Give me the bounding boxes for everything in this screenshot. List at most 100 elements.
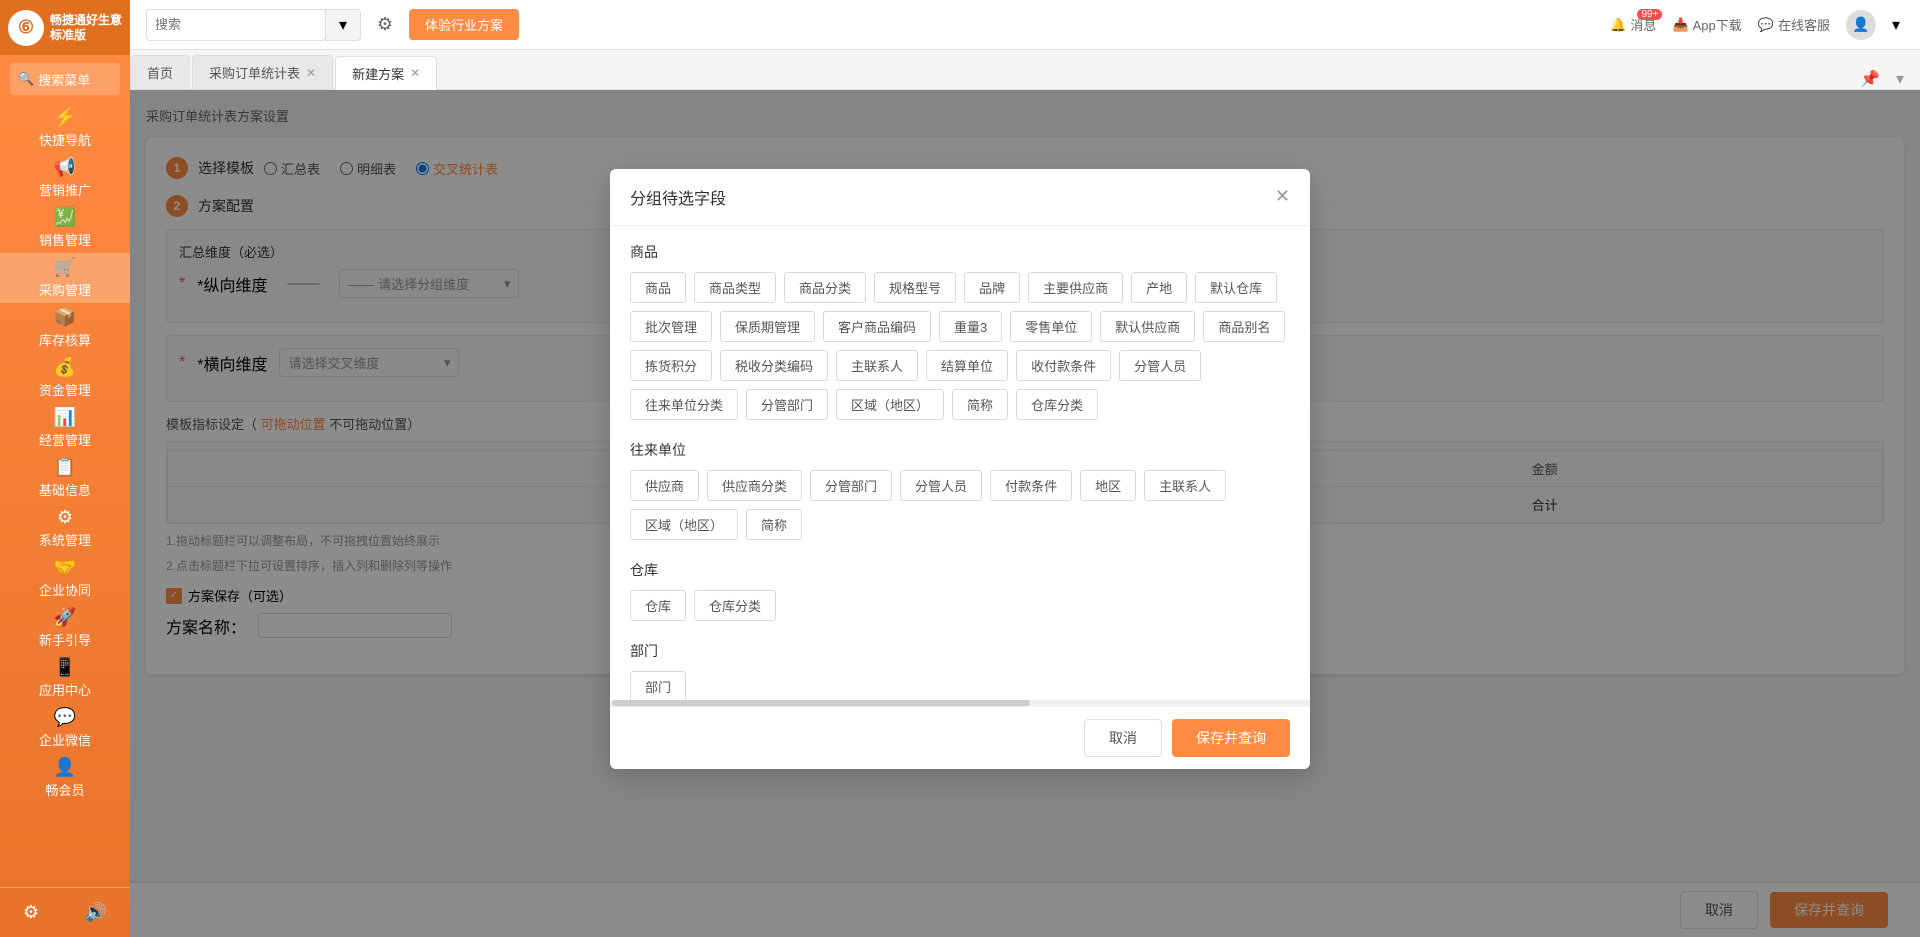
field-tag[interactable]: 收付款条件 [1016, 350, 1111, 381]
quick-nav-icon: ⚡ [54, 107, 76, 128]
field-tag[interactable]: 税收分类编码 [720, 350, 828, 381]
topbar-left: ▾ ⚙ 体验行业方案 [130, 9, 1610, 41]
modal-cancel-button[interactable]: 取消 [1084, 719, 1162, 757]
field-tag[interactable]: 商品别名 [1203, 311, 1285, 342]
trial-button[interactable]: 体验行业方案 [409, 9, 519, 40]
field-tag[interactable]: 区域（地区） [630, 509, 738, 540]
settings-button[interactable]: ⚙ [23, 902, 39, 923]
modal-body[interactable]: 商品 商品 商品类型 商品分类 规格型号 品牌 主要供应商 产地 默认仓库 批次… [610, 226, 1310, 700]
field-tag[interactable]: 简称 [952, 389, 1008, 420]
field-tag[interactable]: 商品类型 [694, 272, 776, 303]
tab-home[interactable]: 首页 [130, 55, 190, 89]
section-goods: 商品 商品 商品类型 商品分类 规格型号 品牌 主要供应商 产地 默认仓库 批次… [630, 242, 1290, 420]
field-tag[interactable]: 仓库 [630, 590, 686, 621]
field-tag[interactable]: 简称 [746, 509, 802, 540]
field-tag[interactable]: 分管人员 [900, 470, 982, 501]
section-partner: 往来单位 供应商 供应商分类 分管部门 分管人员 付款条件 地区 主联系人 区域… [630, 440, 1290, 540]
field-tag[interactable]: 主要供应商 [1028, 272, 1123, 303]
tab-new-plan-close[interactable]: ✕ [410, 66, 420, 80]
purchase-icon: 🛒 [54, 257, 76, 278]
sidebar-item-basics[interactable]: 📋 基础信息 [0, 453, 130, 503]
sidebar-search[interactable]: 🔍 搜索菜单 [10, 63, 120, 95]
field-tag[interactable]: 客户商品编码 [823, 311, 931, 342]
online-service-link[interactable]: 💬 在线客服 [1758, 15, 1830, 34]
department-fields: 部门 [630, 671, 1290, 700]
tabbar-pin-icon[interactable]: 📌 [1848, 69, 1892, 89]
sidebar-logo: ⑥ 畅捷通好生意 标准版 [0, 0, 130, 55]
tabbar-expand[interactable]: ▾ [1896, 69, 1920, 89]
topbar-dropdown[interactable]: ▾ [325, 9, 361, 41]
field-tag[interactable]: 拣货积分 [630, 350, 712, 381]
section-warehouse-title: 仓库 [630, 560, 1290, 580]
field-tag[interactable]: 付款条件 [990, 470, 1072, 501]
field-tag[interactable]: 重量3 [939, 311, 1002, 342]
logo-text: 畅捷通好生意 标准版 [50, 13, 122, 42]
notification-bell[interactable]: 🔔 消息 99+ [1610, 15, 1656, 34]
sidebar-item-quick-nav[interactable]: ⚡ 快捷导航 [0, 103, 130, 153]
field-tag[interactable]: 商品 [630, 272, 686, 303]
field-tag[interactable]: 商品分类 [784, 272, 866, 303]
section-partner-title: 往来单位 [630, 440, 1290, 460]
field-tag[interactable]: 区域（地区） [836, 389, 944, 420]
sidebar-item-app-center[interactable]: 📱 应用中心 [0, 653, 130, 703]
sidebar-item-guide[interactable]: 🚀 新手引导 [0, 603, 130, 653]
user-avatar[interactable]: 👤 [1846, 10, 1876, 40]
field-tag[interactable]: 结算单位 [926, 350, 1008, 381]
sidebar-item-member[interactable]: 👤 畅会员 [0, 753, 130, 803]
field-tag[interactable]: 分管部门 [810, 470, 892, 501]
field-tag[interactable]: 默认供应商 [1100, 311, 1195, 342]
modal-confirm-button[interactable]: 保存并查询 [1172, 719, 1290, 757]
cooperation-icon: 🤝 [54, 557, 76, 578]
field-tag[interactable]: 分管人员 [1119, 350, 1201, 381]
field-tag[interactable]: 往来单位分类 [630, 389, 738, 420]
section-warehouse: 仓库 仓库 仓库分类 [630, 560, 1290, 621]
field-tag[interactable]: 批次管理 [630, 311, 712, 342]
sidebar-item-cooperation[interactable]: 🤝 企业协同 [0, 553, 130, 603]
user-menu-arrow[interactable]: ▾ [1892, 15, 1900, 35]
field-tag[interactable]: 零售单位 [1010, 311, 1092, 342]
topbar-search-input[interactable] [146, 9, 326, 41]
download-icon: 📥 [1672, 17, 1688, 33]
field-tag[interactable]: 主联系人 [1144, 470, 1226, 501]
wechat-icon: 💬 [54, 707, 76, 728]
tab-new-plan[interactable]: 新建方案 ✕ [335, 56, 437, 90]
logo-icon: ⑥ [8, 10, 44, 46]
section-goods-title: 商品 [630, 242, 1290, 262]
goods-fields: 商品 商品类型 商品分类 规格型号 品牌 主要供应商 产地 默认仓库 批次管理 … [630, 272, 1290, 420]
field-tag[interactable]: 产地 [1131, 272, 1187, 303]
service-icon: 💬 [1758, 17, 1774, 33]
field-tag[interactable]: 地区 [1080, 470, 1136, 501]
field-tag[interactable]: 部门 [630, 671, 686, 700]
sidebar-item-marketing[interactable]: 📢 营销推广 [0, 153, 130, 203]
sidebar-item-inventory[interactable]: 📦 库存核算 [0, 303, 130, 353]
topbar-gear-icon[interactable]: ⚙ [369, 9, 401, 41]
field-tag[interactable]: 供应商 [630, 470, 699, 501]
sound-button[interactable]: 🔊 [85, 902, 107, 923]
field-tag[interactable]: 仓库分类 [694, 590, 776, 621]
tab-purchase-stats[interactable]: 采购订单统计表 ✕ [192, 55, 333, 89]
field-tag[interactable]: 主联系人 [836, 350, 918, 381]
sidebar-item-wechat[interactable]: 💬 企业微信 [0, 703, 130, 753]
sidebar-item-purchase[interactable]: 🛒 采购管理 [0, 253, 130, 303]
field-tag[interactable]: 分管部门 [746, 389, 828, 420]
sidebar: ⑥ 畅捷通好生意 标准版 🔍 搜索菜单 ⚡ 快捷导航 📢 营销推广 💹 销售管理… [0, 0, 130, 937]
field-tag[interactable]: 保质期管理 [720, 311, 815, 342]
app-download-link[interactable]: 📥 App下载 [1672, 15, 1741, 34]
inventory-icon: 📦 [54, 307, 76, 328]
modal-dialog: 分组待选字段 ✕ 商品 商品 商品类型 商品分类 规格型号 品牌 主要供应商 产… [610, 169, 1310, 769]
field-tag[interactable]: 仓库分类 [1016, 389, 1098, 420]
sidebar-item-operations[interactable]: 📊 经营管理 [0, 403, 130, 453]
sidebar-item-finance[interactable]: 💰 资金管理 [0, 353, 130, 403]
finance-icon: 💰 [54, 357, 76, 378]
field-tag[interactable]: 供应商分类 [707, 470, 802, 501]
modal-footer: 取消 保存并查询 [610, 706, 1310, 769]
modal-header: 分组待选字段 ✕ [610, 169, 1310, 226]
field-tag[interactable]: 规格型号 [874, 272, 956, 303]
notification-count: 99+ [1637, 9, 1662, 20]
sidebar-item-system[interactable]: ⚙ 系统管理 [0, 503, 130, 553]
modal-close-button[interactable]: ✕ [1275, 186, 1290, 207]
sidebar-item-sales[interactable]: 💹 销售管理 [0, 203, 130, 253]
tab-purchase-stats-close[interactable]: ✕ [306, 66, 316, 80]
field-tag[interactable]: 默认仓库 [1195, 272, 1277, 303]
field-tag[interactable]: 品牌 [964, 272, 1020, 303]
